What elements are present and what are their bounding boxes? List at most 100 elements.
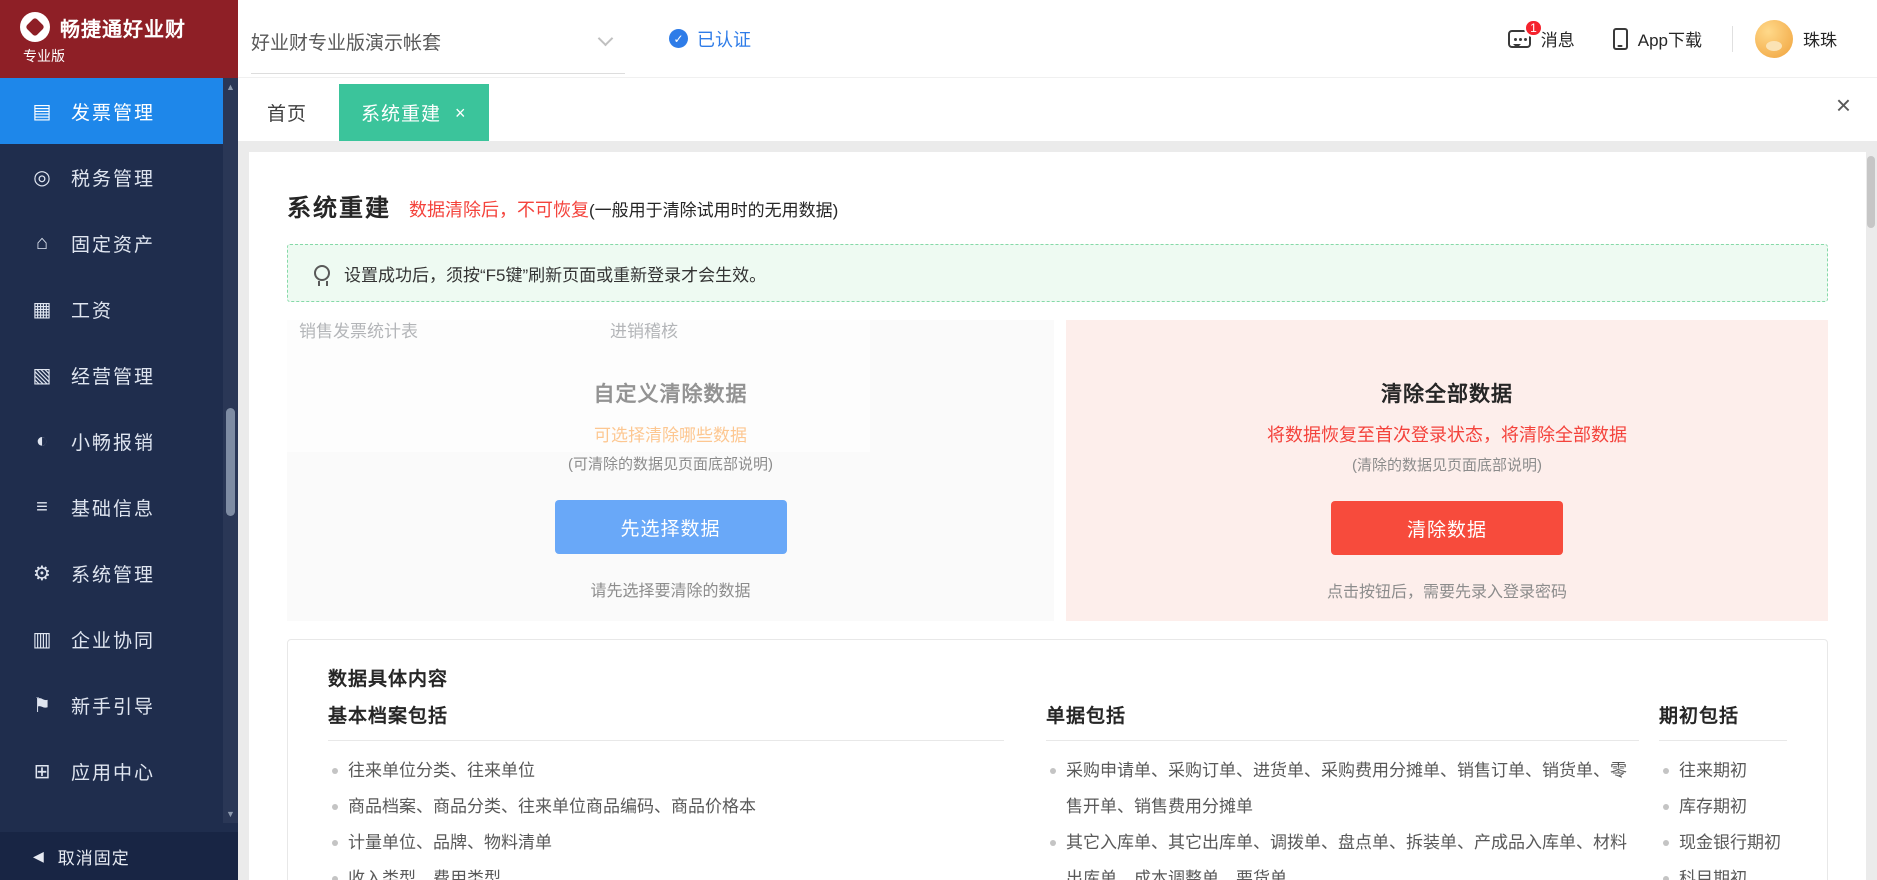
messages-button[interactable]: 1 消息 [1507, 18, 1575, 51]
sidebar-item-app-center[interactable]: ⊞ 应用中心 [0, 738, 223, 804]
brand-logo: 畅捷通好业财 专业版 [0, 0, 238, 78]
warning-text: 数据清除后，不可恢复 [409, 200, 589, 220]
page-title: 系统重建 [287, 195, 391, 222]
clear-all-hint: 点击按钮后，需要先录入登录密码 [1326, 584, 1567, 601]
column-header: 期初包括 [1659, 701, 1787, 741]
sidebar-item-label: 发票管理 [71, 102, 156, 124]
certified-label: 已认证 [697, 29, 751, 50]
reimburse-icon: ◐ [35, 429, 49, 452]
app-download-button[interactable]: App下载 [1612, 26, 1702, 51]
sidebar-item-label: 固定资产 [71, 234, 156, 256]
column-documents: 单据包括 采购申请单、采购订单、进货单、采购费用分摊单、销售订单、销货单、零售开… [1046, 701, 1639, 880]
custom-clear-hint: 请先选择要清除的数据 [590, 583, 751, 600]
business-icon: ▧ [32, 364, 52, 387]
clear-all-title: 清除全部数据 [1381, 383, 1513, 406]
custom-clear-note: (可清除的数据见页面底部说明) [568, 456, 773, 473]
scroll-down-icon[interactable]: ▼ [223, 805, 238, 823]
message-icon: 1 [1507, 18, 1543, 48]
clear-data-button[interactable]: 清除数据 [1331, 501, 1563, 555]
messages-label: 消息 [1540, 31, 1575, 50]
username[interactable]: 珠珠 [1803, 26, 1837, 51]
sidebar-item-label: 基础信息 [71, 498, 156, 520]
tab-system-rebuild[interactable]: 系统重建 × [339, 84, 489, 141]
sidebar: 畅捷通好业财 专业版 ▤ 发票管理 ◎ 税务管理 ⌂ 固定资产 ▦ 工资 ▧ 经… [0, 0, 238, 880]
list-item: 库存期初 [1659, 789, 1787, 825]
sidebar-item-salary[interactable]: ▦ 工资 [0, 276, 223, 342]
list-item: 往来单位分类、往来单位 [328, 753, 1004, 789]
chevron-down-icon [597, 30, 614, 46]
scroll-up-icon[interactable]: ▲ [223, 78, 238, 96]
enterprise-icon: ▥ [32, 628, 52, 651]
custom-clear-subtitle: 可选择清除哪些数据 [594, 426, 747, 445]
account-selector[interactable]: 好业财专业版演示帐套 [251, 10, 625, 74]
sidebar-item-business-management[interactable]: ▧ 经营管理 [0, 342, 223, 408]
account-selector-value: 好业财专业版演示帐套 [251, 32, 442, 54]
close-page-icon[interactable]: × [1836, 92, 1851, 118]
info-banner: 设置成功后，须按“F5键”刷新页面或重新登录才会生效。 [287, 244, 1828, 302]
system-rebuild-panel: 销售发票统计表 进销稽核 系统重建 数据清除后，不可恢复 (一般用于清除试用时的… [249, 152, 1866, 880]
app-download-label: App下载 [1637, 31, 1702, 50]
sidebar-item-label: 系统管理 [71, 564, 156, 586]
column-header: 基本档案包括 [328, 701, 1004, 741]
unpin-label: 取消固定 [57, 848, 130, 868]
unpin-button[interactable]: ◀ 取消固定 [0, 832, 238, 880]
app-root: 畅捷通好业财 专业版 ▤ 发票管理 ◎ 税务管理 ⌂ 固定资产 ▦ 工资 ▧ 经… [0, 0, 1877, 880]
sidebar-scrollbar-thumb[interactable] [226, 408, 235, 516]
list-item: 收入类型、费用类型 [328, 861, 1004, 880]
sidebar-scrollbar[interactable]: ▲ ▼ [223, 78, 238, 823]
content-area: 销售发票统计表 进销稽核 系统重建 数据清除后，不可恢复 (一般用于清除试用时的… [238, 141, 1877, 880]
brand-edition: 专业版 [23, 48, 65, 64]
sidebar-nav: ▤ 发票管理 ◎ 税务管理 ⌂ 固定资产 ▦ 工资 ▧ 经营管理 ◐ 小畅报销 [0, 78, 223, 804]
topbar: 好业财专业版演示帐套 ✓ 已认证 1 消息 App下载 珠珠 [238, 0, 1877, 78]
list-item: 其它入库单、其它出库单、调拨单、盘点单、拆装单、产成品入库单、材料出库单、成本调… [1046, 825, 1639, 880]
gear-icon: ⚙ [33, 562, 51, 585]
select-data-button[interactable]: 先选择数据 [554, 500, 787, 554]
content-scrollbar-thumb[interactable] [1867, 156, 1875, 228]
tab-close-icon[interactable]: × [455, 104, 467, 122]
invoice-icon: ▤ [32, 100, 52, 123]
salary-icon: ▦ [32, 298, 52, 321]
list-item: 科目期初 [1659, 861, 1787, 880]
sidebar-item-label: 小畅报销 [71, 432, 156, 454]
data-detail-card: 数据具体内容 基本档案包括 往来单位分类、往来单位 商品档案、商品分类、往来单位… [287, 639, 1828, 880]
tab-home[interactable]: 首页 [257, 84, 317, 141]
list-item: 计量单位、品牌、物料清单 [328, 825, 1004, 861]
flag-icon: ⚑ [33, 694, 51, 717]
tab-bar: 首页 系统重建 × × [238, 78, 1877, 141]
sidebar-item-tax-management[interactable]: ◎ 税务管理 [0, 144, 223, 210]
data-detail-title: 数据具体内容 [328, 669, 449, 690]
warning-note: (一般用于清除试用时的无用数据) [589, 201, 839, 220]
list-item: 采购申请单、采购订单、进货单、采购费用分摊单、销售订单、销货单、零售开单、销售费… [1046, 753, 1639, 825]
list-item: 现金银行期初 [1659, 825, 1787, 861]
phone-icon [1612, 27, 1628, 50]
certified-badge: ✓ 已认证 [669, 26, 751, 52]
bulb-icon [314, 265, 330, 286]
info-banner-text: 设置成功后，须按“F5键”刷新页面或重新登录才会生效。 [344, 265, 767, 285]
clear-all-subtitle: 将数据恢复至首次登录状态，将清除全部数据 [1267, 425, 1627, 445]
sidebar-item-system-management[interactable]: ⚙ 系统管理 [0, 540, 223, 606]
certified-icon: ✓ [669, 29, 688, 48]
sidebar-item-label: 企业协同 [71, 630, 156, 652]
column-opening-balance: 期初包括 往来期初 库存期初 现金银行期初 科目期初 [1659, 701, 1787, 880]
notification-badge: 1 [1524, 18, 1543, 37]
tab-system-rebuild-label: 系统重建 [361, 104, 442, 125]
brand-name: 畅捷通好业财 [60, 18, 186, 41]
sidebar-item-label: 应用中心 [71, 762, 156, 784]
divider [1732, 25, 1733, 52]
sidebar-item-newbie-guide[interactable]: ⚑ 新手引导 [0, 672, 223, 738]
sidebar-item-invoice-management[interactable]: ▤ 发票管理 [0, 78, 223, 144]
list-icon: ≡ [36, 495, 48, 518]
custom-clear-title: 自定义清除数据 [593, 383, 748, 406]
sidebar-item-fixed-assets[interactable]: ⌂ 固定资产 [0, 210, 223, 276]
clear-options-row: 自定义清除数据 可选择清除哪些数据 (可清除的数据见页面底部说明) 先选择数据 … [287, 320, 1828, 621]
sidebar-item-basic-info[interactable]: ≡ 基础信息 [0, 474, 223, 540]
data-detail-columns: 基本档案包括 往来单位分类、往来单位 商品档案、商品分类、往来单位商品编码、商品… [328, 701, 1787, 880]
clear-all-card: 清除全部数据 将数据恢复至首次登录状态，将清除全部数据 (清除的数据见页面底部说… [1066, 320, 1828, 621]
tab-home-label: 首页 [267, 104, 308, 125]
sidebar-item-enterprise-collab[interactable]: ▥ 企业协同 [0, 606, 223, 672]
sidebar-item-reimburse[interactable]: ◐ 小畅报销 [0, 408, 223, 474]
column-header: 单据包括 [1046, 701, 1639, 741]
page-title-row: 系统重建 数据清除后，不可恢复 (一般用于清除试用时的无用数据) [287, 188, 1828, 223]
list-item: 商品档案、商品分类、往来单位商品编码、商品价格本 [328, 789, 1004, 825]
avatar[interactable] [1755, 19, 1793, 58]
